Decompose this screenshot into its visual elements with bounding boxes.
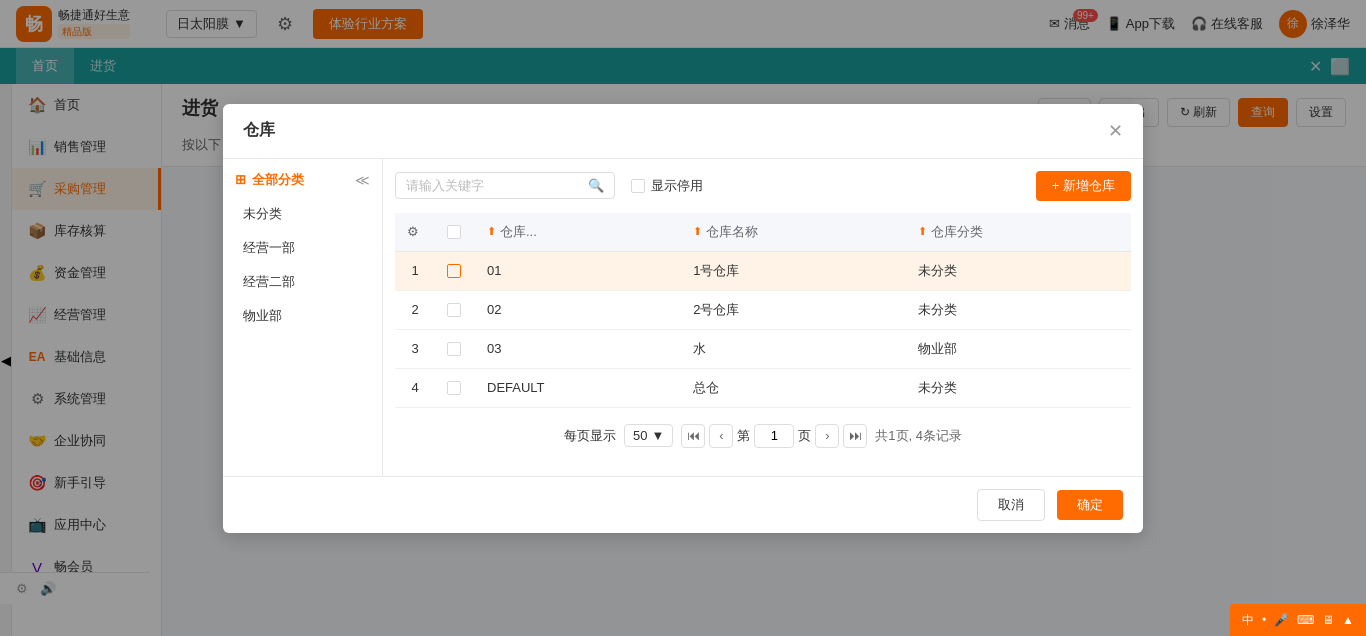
status-bar-right: 中 • 🎤 ⌨ 🖥 ▲ [1230, 604, 1366, 636]
dot-icon: • [1262, 613, 1266, 627]
modal-footer: 取消 确定 [223, 476, 1143, 533]
per-page-dropdown-icon: ▼ [651, 428, 664, 443]
table-row[interactable]: 2 02 2号仓库 未分类 [395, 290, 1131, 329]
table-row[interactable]: 4 DEFAULT 总仓 未分类 [395, 368, 1131, 407]
category-panel: ⊞ 全部分类 ≪ 未分类 经营一部 经营二部 物业部 [223, 159, 383, 476]
page-next-btn[interactable]: › [815, 424, 839, 448]
row-category: 未分类 [906, 290, 1131, 329]
show-disabled-group: 显示停用 [631, 177, 703, 195]
grid-icon: ⊞ [235, 172, 246, 187]
row-code: 02 [475, 290, 681, 329]
per-page-label: 每页显示 [564, 427, 616, 445]
th-code: ⬆仓库... [475, 213, 681, 252]
table-row[interactable]: 3 03 水 物业部 [395, 329, 1131, 368]
cancel-button[interactable]: 取消 [977, 489, 1045, 521]
row-code: 01 [475, 251, 681, 290]
row-category: 未分类 [906, 251, 1131, 290]
sort-icon-category: ⬆ [918, 225, 927, 238]
row-name: 总仓 [681, 368, 906, 407]
page-number-input[interactable] [754, 424, 794, 448]
row-num: 2 [395, 290, 435, 329]
monitor-icon: 🖥 [1322, 613, 1334, 627]
warehouse-table: ⚙ ⬆仓库... ⬆仓库名称 ⬆仓库分类 1 01 [395, 213, 1131, 408]
page-last-btn[interactable]: ⏭ [843, 424, 867, 448]
lang-icon: 中 [1242, 612, 1254, 629]
th-name: ⬆仓库名称 [681, 213, 906, 252]
add-warehouse-button[interactable]: + 新增仓库 [1036, 171, 1131, 201]
page-prev-btn[interactable]: ‹ [709, 424, 733, 448]
mic-icon[interactable]: 🎤 [1274, 613, 1289, 627]
th-checkbox[interactable] [435, 213, 475, 252]
arrow-icon: ▲ [1342, 613, 1354, 627]
row-num: 1 [395, 251, 435, 290]
category-item-uncategorized[interactable]: 未分类 [235, 197, 370, 231]
table-row[interactable]: 1 01 1号仓库 未分类 [395, 251, 1131, 290]
per-page-value: 50 [633, 428, 647, 443]
modal-body: ⊞ 全部分类 ≪ 未分类 经营一部 经营二部 物业部 🔍 [223, 159, 1143, 476]
category-header: ⊞ 全部分类 ≪ [235, 171, 370, 189]
row-name: 水 [681, 329, 906, 368]
row-name: 1号仓库 [681, 251, 906, 290]
table-panel: 🔍 显示停用 + 新增仓库 ⚙ [383, 159, 1143, 476]
category-item-dept1[interactable]: 经营一部 [235, 231, 370, 265]
category-title-text: 全部分类 [252, 171, 304, 189]
row-num: 3 [395, 329, 435, 368]
row-check[interactable] [435, 251, 475, 290]
row-code: DEFAULT [475, 368, 681, 407]
search-input[interactable] [406, 178, 588, 193]
show-disabled-checkbox[interactable] [631, 179, 645, 193]
modal-close-button[interactable]: ✕ [1108, 120, 1123, 142]
sort-icon-name: ⬆ [693, 225, 702, 238]
category-collapse-btn[interactable]: ≪ [355, 172, 370, 188]
pagination: 每页显示 50 ▼ ⏮ ‹ 第 页 › ⏭ 共1页, 4条记录 [395, 408, 1131, 464]
page-first-btn[interactable]: ⏮ [681, 424, 705, 448]
page-total-info: 共1页, 4条记录 [875, 427, 962, 445]
modal-title: 仓库 [243, 120, 275, 141]
category-item-property[interactable]: 物业部 [235, 299, 370, 333]
modal-header: 仓库 ✕ [223, 104, 1143, 159]
search-icon[interactable]: 🔍 [588, 178, 604, 193]
row-check[interactable] [435, 290, 475, 329]
keyboard-icon[interactable]: ⌨ [1297, 613, 1314, 627]
row-num: 4 [395, 368, 435, 407]
page-unit: 页 [798, 427, 811, 445]
page-nav: ⏮ ‹ 第 页 › ⏭ [681, 424, 867, 448]
confirm-button[interactable]: 确定 [1057, 490, 1123, 520]
row-check[interactable] [435, 329, 475, 368]
table-toolbar: 🔍 显示停用 + 新增仓库 [395, 171, 1131, 201]
row-check[interactable] [435, 368, 475, 407]
row-code: 03 [475, 329, 681, 368]
th-settings[interactable]: ⚙ [395, 213, 435, 252]
row-name: 2号仓库 [681, 290, 906, 329]
category-item-dept2[interactable]: 经营二部 [235, 265, 370, 299]
show-disabled-label: 显示停用 [651, 177, 703, 195]
row-category: 未分类 [906, 368, 1131, 407]
table-container: ⚙ ⬆仓库... ⬆仓库名称 ⬆仓库分类 1 01 [395, 213, 1131, 408]
search-box: 🔍 [395, 172, 615, 199]
th-category: ⬆仓库分类 [906, 213, 1131, 252]
category-title: ⊞ 全部分类 [235, 171, 304, 189]
modal-overlay: 仓库 ✕ ⊞ 全部分类 ≪ 未分类 经营一部 经营二部 物业部 [0, 0, 1366, 636]
sort-icon-code: ⬆ [487, 225, 496, 238]
per-page-select[interactable]: 50 ▼ [624, 424, 673, 447]
row-category: 物业部 [906, 329, 1131, 368]
page-label: 第 [737, 427, 750, 445]
warehouse-modal: 仓库 ✕ ⊞ 全部分类 ≪ 未分类 经营一部 经营二部 物业部 [223, 104, 1143, 533]
